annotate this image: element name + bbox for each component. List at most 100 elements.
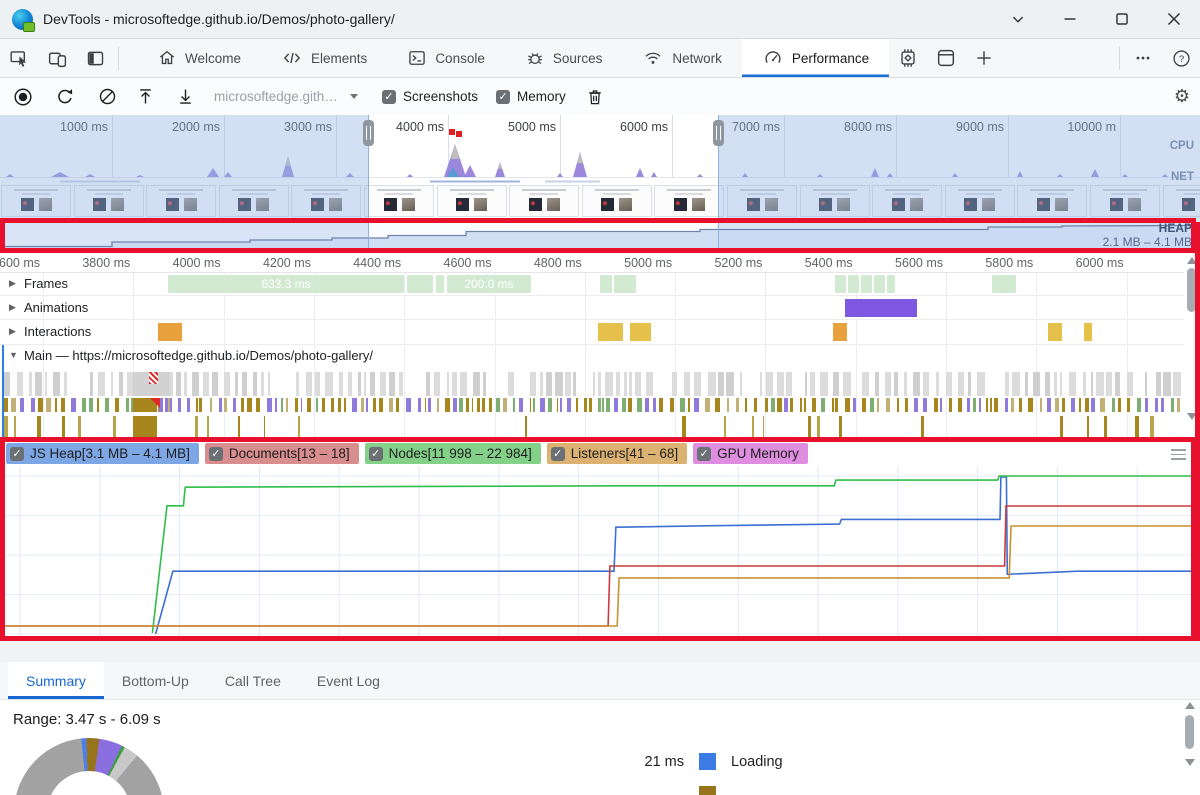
counter-chip[interactable]: Nodes[11 998 – 22 984] <box>365 443 541 464</box>
more-menu-icon[interactable] <box>1124 39 1162 77</box>
interactions-track[interactable]: ▶ Interactions <box>0 320 1184 345</box>
scroll-up-icon[interactable] <box>1185 702 1195 709</box>
scrollbar-thumb[interactable] <box>1185 715 1194 749</box>
gear-icon[interactable]: ⚙ <box>1174 86 1190 107</box>
toolbar-separator <box>118 46 119 70</box>
performance-toolbar: microsoftedge.github.i... Screenshots Me… <box>0 78 1200 116</box>
main-flame-chart[interactable] <box>0 368 1184 440</box>
checkbox-checked-icon <box>209 447 223 461</box>
bottom-tab-bottom-up[interactable]: Bottom-Up <box>104 662 207 699</box>
reload-record-icon[interactable] <box>50 82 80 112</box>
detail-scrollbar[interactable] <box>1184 253 1200 440</box>
title-bar: DevTools - microsoftedge.github.io/Demos… <box>0 0 1200 39</box>
screenshots-checkbox[interactable]: Screenshots <box>382 89 478 104</box>
scrollbar-thumb[interactable] <box>1187 268 1196 312</box>
animation-bar[interactable] <box>845 299 917 317</box>
inspect-icon[interactable] <box>0 39 38 77</box>
maximize-icon[interactable] <box>1096 0 1148 38</box>
memory-checkbox[interactable]: Memory <box>496 89 566 104</box>
dock-side-icon[interactable] <box>76 39 114 77</box>
interaction-bar[interactable] <box>1084 323 1092 341</box>
device-emulation-icon[interactable] <box>38 39 76 77</box>
counters-chart[interactable] <box>0 466 1200 636</box>
timeline-detail-pane[interactable]: 3600 ms3800 ms4000 ms4200 ms4400 ms4600 … <box>0 253 1200 440</box>
frame-bar[interactable] <box>436 275 444 293</box>
interaction-bar[interactable] <box>833 323 847 341</box>
detail-tick: 5600 ms <box>867 256 943 270</box>
counter-chip[interactable]: Listeners[41 – 68] <box>547 443 687 464</box>
counter-chip-label: JS Heap[3.1 MB – 4.1 MB] <box>30 446 190 461</box>
main-track-header[interactable]: ▼ Main — https://microsoftedge.github.io… <box>0 345 1184 368</box>
counter-chip[interactable]: GPU Memory <box>693 443 808 464</box>
frame-bar[interactable] <box>600 275 612 293</box>
interaction-bar[interactable] <box>598 323 623 341</box>
counter-line-listeners <box>2 526 1196 626</box>
hamburger-icon[interactable] <box>1171 449 1186 463</box>
selection-left-handle[interactable] <box>363 120 374 146</box>
overview-tick: 4000 ms <box>368 120 444 134</box>
counter-chip[interactable]: Documents[13 – 18] <box>205 443 359 464</box>
collapse-arrow-icon[interactable]: ▼ <box>9 350 18 360</box>
summary-scrollbar[interactable] <box>1182 701 1198 795</box>
tab-elements[interactable]: Elements <box>261 39 387 77</box>
scroll-down-icon[interactable] <box>1187 413 1197 420</box>
selection-right-handle[interactable] <box>713 120 724 146</box>
frame-bar[interactable] <box>407 275 433 293</box>
add-tab-plus-icon[interactable] <box>965 39 1003 77</box>
bottom-tab-summary[interactable]: Summary <box>8 662 104 699</box>
frame-bar[interactable] <box>835 275 846 293</box>
scroll-down-icon[interactable] <box>1185 759 1195 766</box>
tab-sources[interactable]: Sources <box>505 39 623 77</box>
frame-bar[interactable]: 633.3 ms <box>168 275 404 293</box>
frame-bar[interactable] <box>874 275 885 293</box>
performance-icon <box>762 48 784 68</box>
tab-console[interactable]: Console <box>387 39 505 77</box>
save-profile-icon[interactable] <box>170 82 200 112</box>
app-drawer-icon[interactable] <box>927 39 965 77</box>
expand-arrow-icon[interactable]: ▶ <box>9 302 16 313</box>
frame-bar[interactable] <box>992 275 1016 293</box>
interaction-bar[interactable] <box>1048 323 1062 341</box>
counter-chip[interactable]: JS Heap[3.1 MB – 4.1 MB] <box>6 443 199 464</box>
trash-icon[interactable] <box>580 82 610 112</box>
pane-divider <box>0 641 1200 662</box>
interaction-bar[interactable] <box>630 323 651 341</box>
load-profile-icon[interactable] <box>130 82 160 112</box>
record-icon[interactable] <box>8 82 38 112</box>
clear-icon[interactable] <box>92 82 122 112</box>
minimize-icon[interactable] <box>1044 0 1096 38</box>
code-icon <box>281 48 303 68</box>
legend-row-partial <box>612 786 716 795</box>
help-icon[interactable]: ? <box>1162 39 1200 77</box>
overview-tick-line <box>448 115 449 177</box>
timeline-overview[interactable]: 1000 ms2000 ms3000 ms4000 ms5000 ms6000 … <box>0 115 1200 218</box>
console-icon <box>407 48 427 68</box>
profile-name[interactable]: microsoftedge.github.i... <box>214 89 344 104</box>
frame-bar[interactable] <box>887 275 895 293</box>
overview-dim-left <box>0 115 368 218</box>
close-icon[interactable] <box>1148 0 1200 38</box>
frame-bar[interactable] <box>614 275 636 293</box>
checkbox-checked-icon <box>369 447 383 461</box>
dock-chevron-down-icon[interactable] <box>992 0 1044 38</box>
animations-track[interactable]: ▶ Animations <box>0 296 1184 320</box>
tab-performance[interactable]: Performance <box>742 39 889 77</box>
expand-arrow-icon[interactable]: ▶ <box>9 326 16 337</box>
expand-arrow-icon[interactable]: ▶ <box>9 278 16 289</box>
interaction-bar[interactable] <box>158 323 182 341</box>
bottom-tab-call-tree[interactable]: Call Tree <box>207 662 299 699</box>
heap-overview-track[interactable]: HEAP 2.1 MB – 4.1 MB <box>0 218 1200 253</box>
frames-track[interactable]: ▶ Frames 633.3 ms200.0 ms <box>0 272 1184 296</box>
dropdown-caret-icon[interactable] <box>344 82 364 112</box>
bottom-tab-event-log[interactable]: Event Log <box>299 662 398 699</box>
scroll-up-icon[interactable] <box>1187 257 1197 264</box>
memory-chip-icon[interactable] <box>889 39 927 77</box>
tab-network[interactable]: Network <box>622 39 742 77</box>
checkbox-checked-icon <box>551 447 565 461</box>
detail-tick: 4800 ms <box>506 256 582 270</box>
detail-tick: 3600 ms <box>0 256 40 270</box>
tab-welcome[interactable]: Welcome <box>137 39 261 77</box>
frame-bar[interactable] <box>848 275 859 293</box>
frame-bar[interactable] <box>861 275 872 293</box>
frame-bar[interactable]: 200.0 ms <box>447 275 531 293</box>
